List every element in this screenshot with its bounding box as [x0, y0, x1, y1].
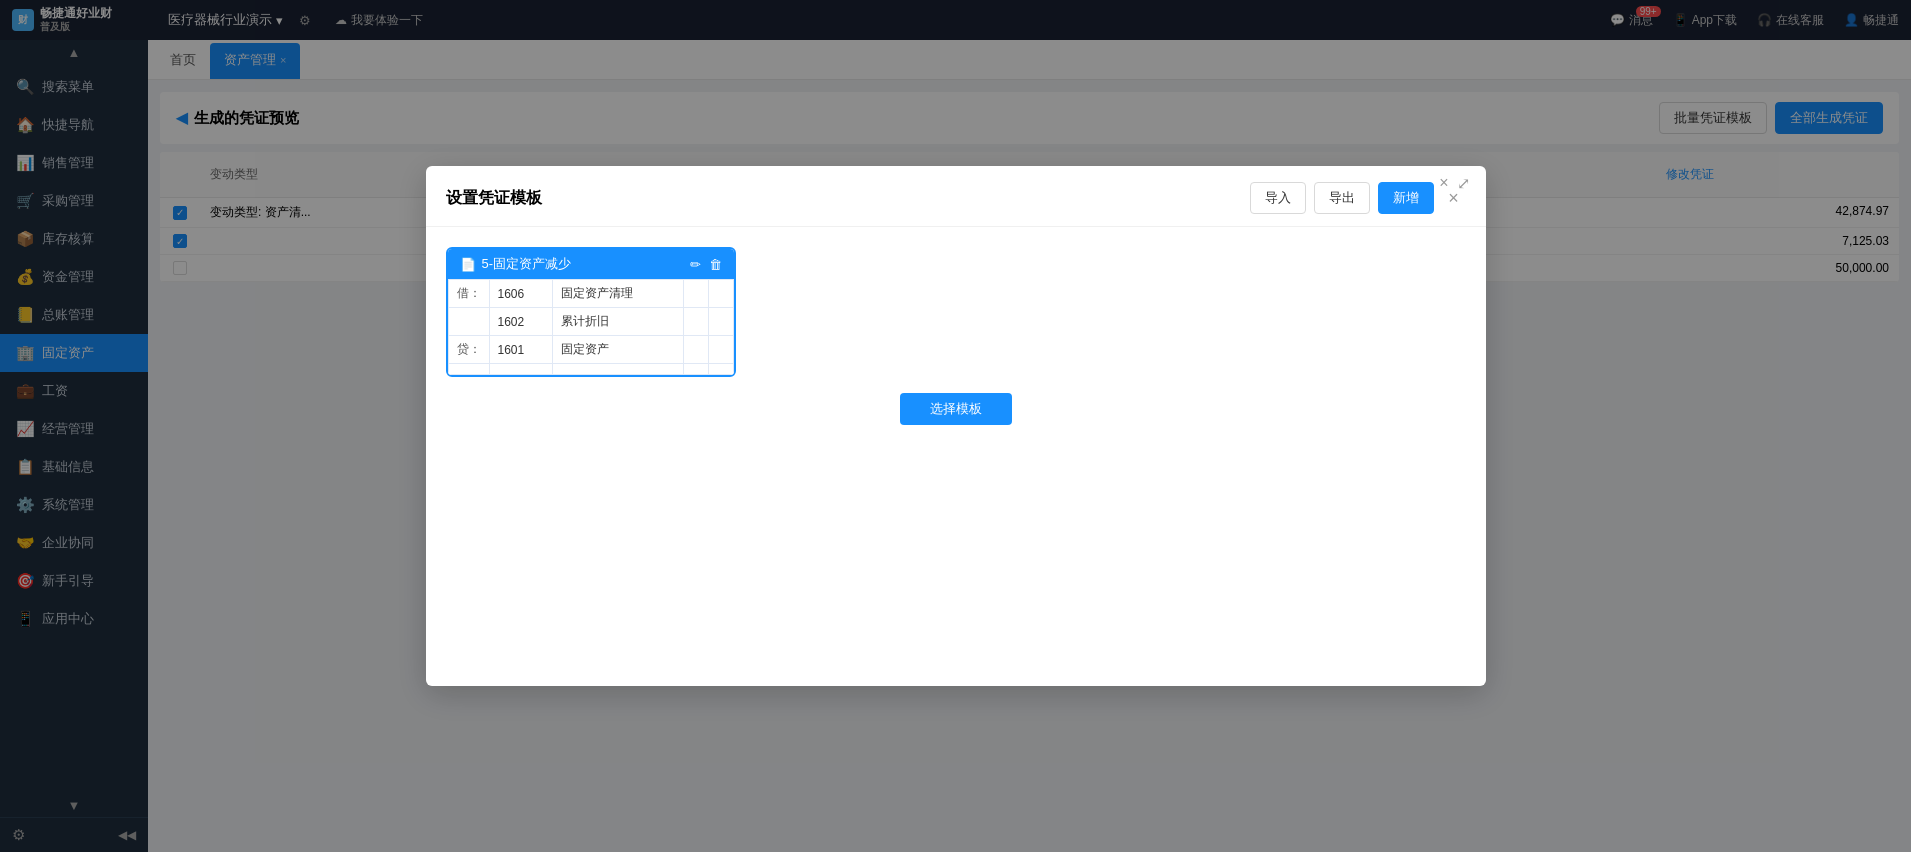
- name-2: 累计折旧: [553, 308, 683, 336]
- edit-icon[interactable]: ✏: [690, 257, 701, 272]
- export-button[interactable]: 导出: [1314, 182, 1370, 214]
- modal-overlay: × ⤢ 设置凭证模板 导入 导出 新增 ×: [148, 80, 1911, 852]
- code-1: 1606: [489, 280, 553, 308]
- dialog-actions: 导入 导出 新增 ×: [1250, 182, 1466, 214]
- select-template-button[interactable]: 选择模板: [900, 393, 1012, 425]
- card-actions: ✏ 🗑: [690, 257, 722, 272]
- side-4: [448, 364, 489, 375]
- template-row-2: 1602 累计折旧: [448, 308, 733, 336]
- content-area: 首页 资产管理 × ◀ 生成的凭证预览 批量凭证模板 全部生成凭: [148, 40, 1911, 852]
- code-3: 1601: [489, 336, 553, 364]
- delete-icon[interactable]: 🗑: [709, 257, 722, 272]
- credit-2: [708, 308, 733, 336]
- code-2: 1602: [489, 308, 553, 336]
- dialog-title: 设置凭证模板: [446, 188, 542, 209]
- document-icon: 📄: [460, 257, 476, 272]
- window-close-button[interactable]: ×: [1439, 174, 1448, 193]
- name-3: 固定资产: [553, 336, 683, 364]
- template-title: 5-固定资产减少: [482, 255, 572, 273]
- window-controls: × ⤢: [1439, 174, 1469, 193]
- add-button[interactable]: 新增: [1378, 182, 1434, 214]
- debit-2: [683, 308, 708, 336]
- template-card-header: 📄 5-固定资产减少 ✏ 🗑: [448, 249, 734, 279]
- import-button[interactable]: 导入: [1250, 182, 1306, 214]
- name-1: 固定资产清理: [553, 280, 683, 308]
- side-2: [448, 308, 489, 336]
- dialog-header: 设置凭证模板 导入 导出 新增 ×: [426, 166, 1486, 227]
- credit-3: [708, 336, 733, 364]
- template-row-1: 借： 1606 固定资产清理: [448, 280, 733, 308]
- template-table: 借： 1606 固定资产清理: [448, 279, 734, 375]
- dialog-body: 📄 5-固定资产减少 ✏ 🗑: [426, 227, 1486, 686]
- name-4: [553, 364, 683, 375]
- credit-1: [708, 280, 733, 308]
- side-1: 借：: [448, 280, 489, 308]
- card-title: 📄 5-固定资产减少: [460, 255, 572, 273]
- template-card[interactable]: 📄 5-固定资产减少 ✏ 🗑: [446, 247, 736, 377]
- template-row-3: 贷： 1601 固定资产: [448, 336, 733, 364]
- side-3: 贷：: [448, 336, 489, 364]
- debit-1: [683, 280, 708, 308]
- debit-3: [683, 336, 708, 364]
- window-maximize-button[interactable]: ⤢: [1457, 174, 1470, 193]
- template-card-body: 借： 1606 固定资产清理: [448, 279, 734, 375]
- code-4: [489, 364, 553, 375]
- page-content: ◀ 生成的凭证预览 批量凭证模板 全部生成凭证 变动类型 资产名称 固定资产原值: [148, 80, 1911, 852]
- template-row-4: [448, 364, 733, 375]
- credit-4: [708, 364, 733, 375]
- dialog: × ⤢ 设置凭证模板 导入 导出 新增 ×: [426, 166, 1486, 686]
- debit-4: [683, 364, 708, 375]
